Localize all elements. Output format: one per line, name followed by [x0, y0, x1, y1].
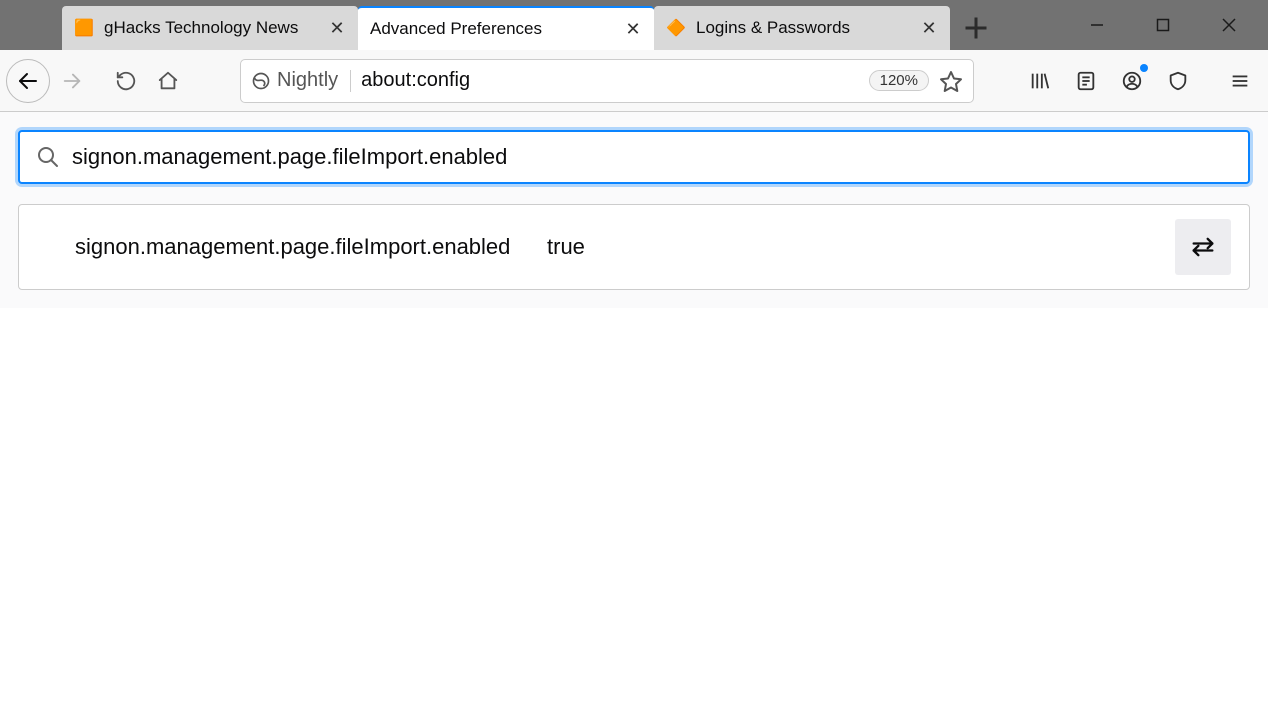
tab-ghacks[interactable]: 🟧 gHacks Technology News ✕ — [62, 6, 358, 50]
spacer — [0, 0, 62, 50]
window-controls — [1064, 0, 1268, 50]
window-close-button[interactable] — [1196, 0, 1262, 50]
separator — [350, 70, 351, 92]
identity-box[interactable]: Nightly — [247, 69, 361, 92]
library-button[interactable] — [1018, 61, 1062, 101]
page-content: signon.management.page.fileImport.enable… — [0, 112, 1268, 308]
identity-label: Nightly — [277, 69, 338, 92]
favicon-lockwise: 🔶 — [666, 18, 686, 38]
back-button[interactable] — [6, 59, 50, 103]
tracking-protection-button[interactable] — [1156, 61, 1200, 101]
preference-value: true — [547, 234, 1163, 260]
tab-logins-passwords[interactable]: 🔶 Logins & Passwords ✕ — [654, 6, 950, 50]
preference-name: signon.management.page.fileImport.enable… — [75, 230, 535, 264]
tab-label: Logins & Passwords — [696, 18, 908, 38]
url-bar[interactable]: Nightly 120% — [240, 59, 974, 103]
tabs-container: 🟧 gHacks Technology News ✕ Advanced Pref… — [62, 6, 994, 50]
nav-toolbar: Nightly 120% — [0, 50, 1268, 112]
search-icon — [36, 145, 60, 169]
minimize-button[interactable] — [1064, 0, 1130, 50]
forward-button[interactable] — [52, 61, 92, 101]
preference-row: signon.management.page.fileImport.enable… — [18, 204, 1250, 290]
config-search-input[interactable] — [72, 144, 1232, 170]
close-icon[interactable]: ✕ — [918, 17, 940, 39]
close-icon[interactable]: ✕ — [326, 17, 348, 39]
home-button[interactable] — [148, 61, 188, 101]
bookmark-star-button[interactable] — [935, 65, 967, 97]
reload-button[interactable] — [106, 61, 146, 101]
tab-label: gHacks Technology News — [104, 18, 316, 38]
firefox-icon — [251, 71, 271, 91]
address-input[interactable] — [361, 69, 868, 92]
toggle-value-button[interactable] — [1175, 219, 1231, 275]
toolbar-right — [1018, 61, 1262, 101]
new-tab-button[interactable] — [958, 6, 994, 50]
app-menu-button[interactable] — [1218, 61, 1262, 101]
maximize-button[interactable] — [1130, 0, 1196, 50]
firefox-account-button[interactable] — [1110, 61, 1154, 101]
favicon-ghacks: 🟧 — [74, 18, 94, 38]
titlebar: 🟧 gHacks Technology News ✕ Advanced Pref… — [0, 0, 1268, 50]
config-search-box[interactable] — [18, 130, 1250, 184]
tab-advanced-preferences[interactable]: Advanced Preferences ✕ — [358, 6, 654, 50]
swap-icon — [1189, 233, 1217, 261]
reader-view-button[interactable] — [1064, 61, 1108, 101]
zoom-indicator[interactable]: 120% — [869, 70, 929, 91]
close-icon[interactable]: ✕ — [622, 18, 644, 40]
tab-label: Advanced Preferences — [370, 19, 612, 39]
